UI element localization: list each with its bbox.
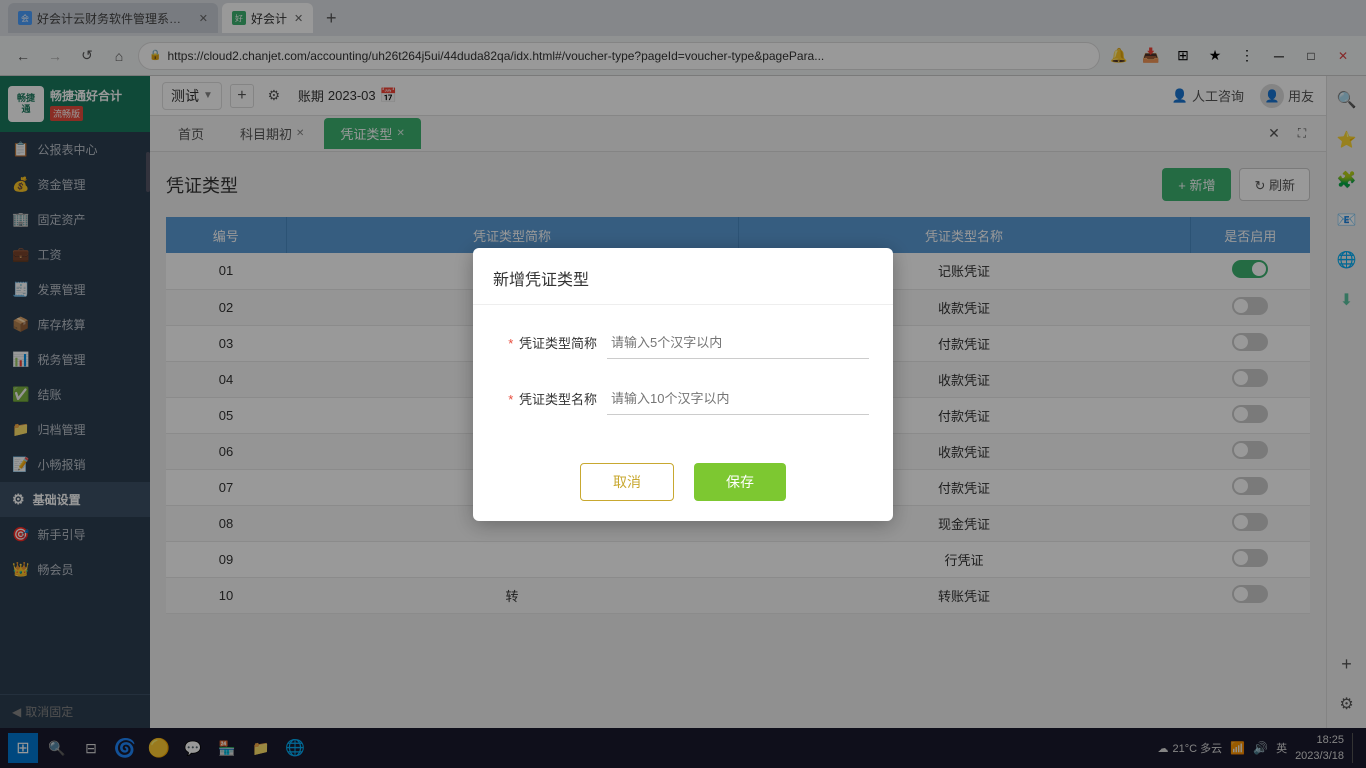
shortname-input[interactable]	[607, 327, 869, 359]
fullname-label-text: 凭证类型名称	[519, 392, 597, 407]
cancel-button[interactable]: 取消	[580, 463, 674, 501]
new-voucher-dialog: 新增凭证类型 * 凭证类型简称 * 凭证类型名称 取消 保存	[473, 248, 893, 521]
shortname-label-text: 凭证类型简称	[519, 336, 597, 351]
dialog-divider	[473, 304, 893, 305]
dialog-header: 新增凭证类型	[473, 248, 893, 290]
fullname-input[interactable]	[607, 383, 869, 415]
fullname-required: *	[508, 392, 513, 407]
shortname-label: * 凭证类型简称	[497, 333, 607, 352]
dialog-footer: 取消 保存	[473, 455, 893, 521]
fullname-label: * 凭证类型名称	[497, 389, 607, 408]
dialog-overlay: 新增凭证类型 * 凭证类型简称 * 凭证类型名称 取消 保存	[0, 0, 1366, 768]
save-button[interactable]: 保存	[694, 463, 786, 501]
shortname-field-row: * 凭证类型简称	[497, 327, 869, 359]
fullname-field-row: * 凭证类型名称	[497, 383, 869, 415]
dialog-body: * 凭证类型简称 * 凭证类型名称	[473, 319, 893, 455]
shortname-required: *	[508, 336, 513, 351]
